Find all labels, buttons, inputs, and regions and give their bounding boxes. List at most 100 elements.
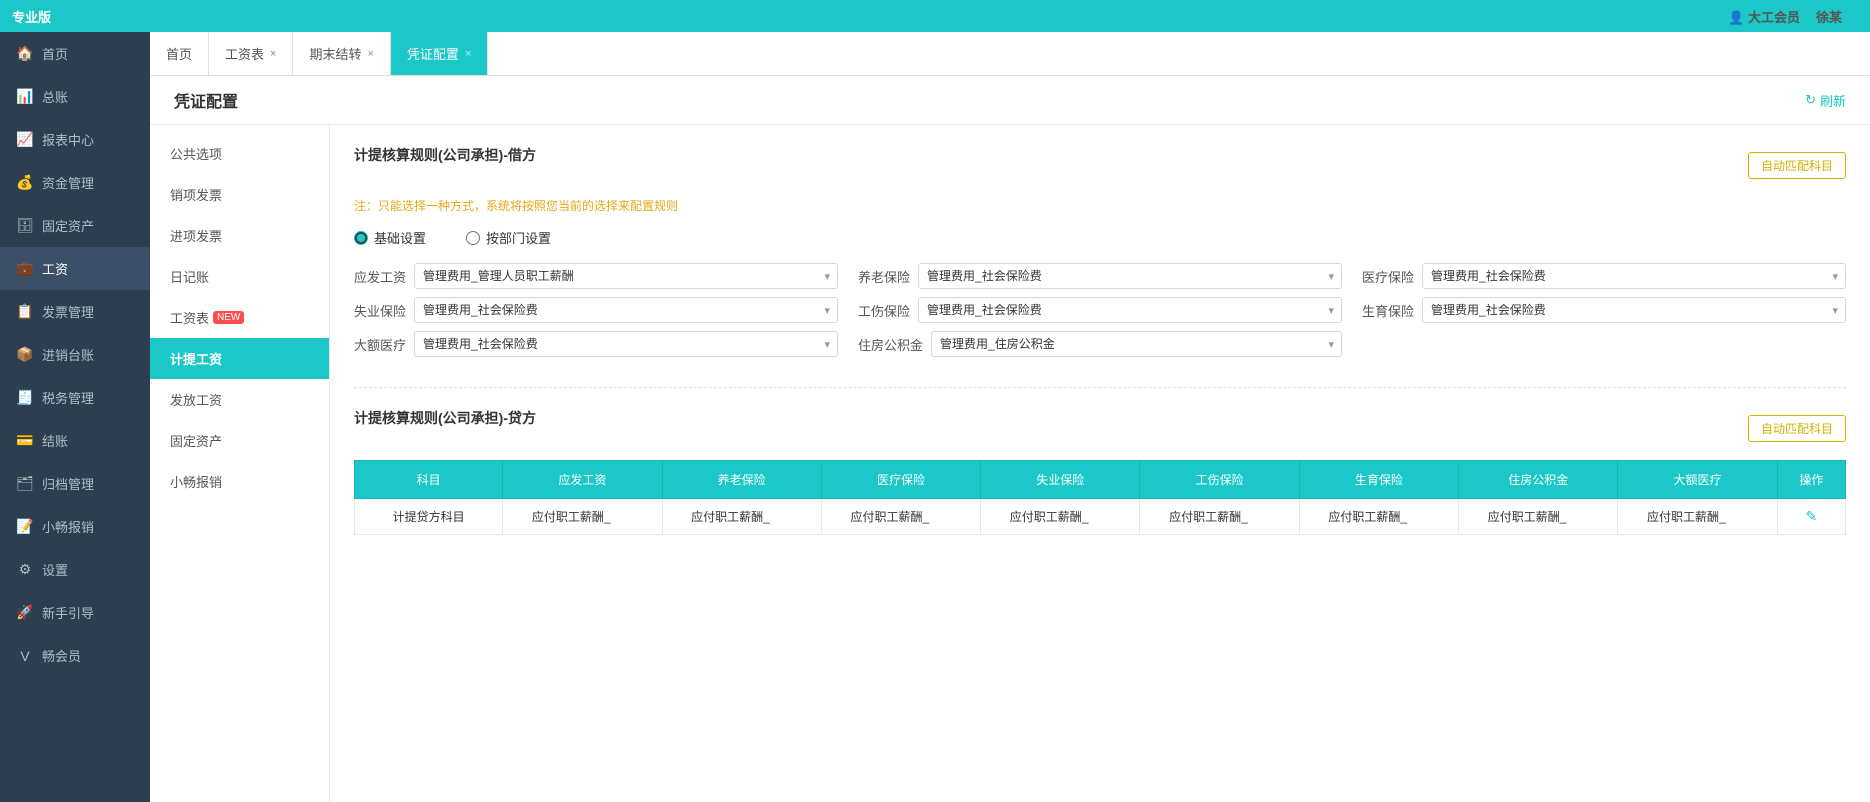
radio-basic-label[interactable]: 基础设置: [354, 228, 426, 247]
debit-auto-match-button[interactable]: 自动匹配科目: [1748, 152, 1846, 179]
tab-payroll-table[interactable]: 工资表 ×: [209, 32, 293, 75]
credit-section-title: 计提核算规则(公司承担)-贷方: [354, 408, 536, 436]
credit-section: 计提核算规则(公司承担)-贷方 自动匹配科目 科目 应发工资 养老保险 医疗保险: [354, 408, 1846, 535]
debit-form-row-3: 大额医疗 管理费用_社会保险费 住房公积金: [354, 331, 1846, 357]
sidebar-item-label: 发票管理: [42, 302, 94, 321]
sidebar-item-tax-mgmt[interactable]: 🧾 税务管理: [0, 376, 150, 419]
label-yingfa: 应发工资: [354, 267, 406, 286]
select-wrapper-yingfa: 管理费用_管理人员职工薪酬: [414, 263, 838, 289]
purchase-icon: 📦: [16, 346, 34, 363]
label-gongshang: 工伤保险: [858, 301, 910, 320]
tab-home[interactable]: 首页: [150, 32, 209, 75]
col-header-yanglao: 养老保险: [662, 461, 821, 499]
refresh-button[interactable]: ↻ 刷新: [1805, 91, 1846, 110]
debit-section-title: 计提核算规则(公司承担)-借方: [354, 145, 536, 173]
fund-icon: 💰: [16, 174, 34, 191]
left-menu-journal[interactable]: 日记账: [150, 256, 329, 297]
select-wrapper-daeliao: 管理费用_社会保险费: [414, 331, 838, 357]
col-header-yingfa: 应发工资: [503, 461, 662, 499]
col-header-shiye: 失业保险: [981, 461, 1140, 499]
sidebar-item-settlement[interactable]: 💳 结账: [0, 419, 150, 462]
sidebar-item-xiaochang-report[interactable]: 📝 小畅报销: [0, 505, 150, 548]
sidebar-item-home[interactable]: 🏠 首页: [0, 32, 150, 75]
brand-label: 专业版: [12, 7, 51, 26]
table-header-row: 科目 应发工资 养老保险 医疗保险 失业保险 工伤保险 生育保险 住房公积金 大…: [355, 461, 1846, 499]
vip-icon: V: [16, 648, 34, 664]
sidebar-item-label: 进销台账: [42, 345, 94, 364]
tab-voucher-config[interactable]: 凭证配置 ×: [391, 32, 488, 75]
tab-close-voucher[interactable]: ×: [465, 48, 471, 60]
radio-dept-label[interactable]: 按部门设置: [466, 228, 551, 247]
col-header-gongshang: 工伤保险: [1140, 461, 1299, 499]
sidebar-item-new-guide[interactable]: 🚀 新手引导: [0, 591, 150, 634]
label-daeliao: 大额医疗: [354, 335, 406, 354]
left-menu-pay-wages[interactable]: 发放工资: [150, 379, 329, 420]
form-item-yingfa: 应发工资 管理费用_管理人员职工薪酬: [354, 263, 838, 289]
col-header-shengyu: 生育保险: [1299, 461, 1458, 499]
tab-close-period[interactable]: ×: [367, 48, 373, 60]
col-header-action: 操作: [1777, 461, 1845, 499]
select-yanglao[interactable]: 管理费用_社会保险费: [918, 263, 1342, 289]
edit-icon[interactable]: ✎: [1805, 508, 1817, 524]
cell-yiliao: 应付职工薪酬_: [821, 499, 980, 535]
debit-form-row-2: 失业保险 管理费用_社会保险费 工伤保险: [354, 297, 1846, 323]
col-header-gongjijin: 住房公积金: [1459, 461, 1618, 499]
left-menu-red-invoice[interactable]: 销项发票: [150, 174, 329, 215]
sidebar-item-vip[interactable]: V 畅会员: [0, 634, 150, 677]
col-header-yiliao: 医疗保险: [821, 461, 980, 499]
left-menu-payroll-table[interactable]: 工资表 NEW: [150, 297, 329, 338]
debit-section: 计提核算规则(公司承担)-借方 自动匹配科目 注：只能选择一种方式，系统将按照您…: [354, 145, 1846, 357]
sidebar-item-label: 归档管理: [42, 474, 94, 493]
select-wrapper-yiliao: 管理费用_社会保险费: [1422, 263, 1846, 289]
tab-bar: 首页 工资表 × 期末结转 × 凭证配置 ×: [150, 32, 1870, 76]
tab-close-payroll[interactable]: ×: [270, 48, 276, 60]
config-layout: 公共选项 销项发票 进项发票 日记账 工资表 NEW: [150, 125, 1870, 802]
content-area: 首页 工资表 × 期末结转 × 凭证配置 × 凭证配置 ↻ 刷新: [150, 32, 1870, 802]
user-name: 徐某: [1816, 7, 1842, 26]
cell-yingfa: 应付职工薪酬_: [503, 499, 662, 535]
select-daeliao[interactable]: 管理费用_社会保险费: [414, 331, 838, 357]
select-gongshang[interactable]: 管理费用_社会保险费: [918, 297, 1342, 323]
sidebar-item-label: 报表中心: [42, 130, 94, 149]
sidebar-item-label: 税务管理: [42, 388, 94, 407]
left-menu-public-options[interactable]: 公共选项: [150, 133, 329, 174]
left-menu-input-invoice[interactable]: 进项发票: [150, 215, 329, 256]
left-menu-fixed-assets[interactable]: 固定资产: [150, 420, 329, 461]
select-gongjijin[interactable]: 管理费用_住房公积金: [931, 331, 1342, 357]
sidebar-item-label: 总账: [42, 87, 68, 106]
radio-dept-text: 按部门设置: [486, 228, 551, 247]
sidebar-item-purchase-sale[interactable]: 📦 进销台账: [0, 333, 150, 376]
label-yiliao: 医疗保险: [1362, 267, 1414, 286]
sidebar-item-salary[interactable]: 💼 工资: [0, 247, 150, 290]
sidebar-item-general-ledger[interactable]: 📊 总账: [0, 75, 150, 118]
radio-basic-input[interactable]: [354, 231, 368, 245]
sidebar-item-settings[interactable]: ⚙ 设置: [0, 548, 150, 591]
user-label: 👤 大工会员: [1728, 7, 1800, 26]
sidebar-item-label: 畅会员: [42, 646, 81, 665]
select-yiliao[interactable]: 管理费用_社会保险费: [1422, 263, 1846, 289]
form-item-gongshang: 工伤保险 管理费用_社会保险费: [858, 297, 1342, 323]
label-shiye: 失业保险: [354, 301, 406, 320]
sidebar-item-invoice-mgmt[interactable]: 📋 发票管理: [0, 290, 150, 333]
label-yanglao: 养老保险: [858, 267, 910, 286]
cell-gongjijin: 应付职工薪酬_: [1459, 499, 1618, 535]
radio-dept-input[interactable]: [466, 231, 480, 245]
sidebar-item-fund-mgmt[interactable]: 💰 资金管理: [0, 161, 150, 204]
guide-icon: 🚀: [16, 604, 34, 621]
xiaochang-icon: 📝: [16, 518, 34, 535]
select-yingfa[interactable]: 管理费用_管理人员职工薪酬: [414, 263, 838, 289]
credit-auto-match-button[interactable]: 自动匹配科目: [1748, 415, 1846, 442]
archive-icon: 🗂: [16, 475, 34, 492]
sidebar-item-report-center[interactable]: 📈 报表中心: [0, 118, 150, 161]
select-shiye[interactable]: 管理费用_社会保险费: [414, 297, 838, 323]
select-shengyu[interactable]: 管理费用_社会保险费: [1422, 297, 1846, 323]
left-menu-xiaochang-exp[interactable]: 小畅报销: [150, 461, 329, 502]
sidebar-item-archive-mgmt[interactable]: 🗂 归档管理: [0, 462, 150, 505]
section-divider: [354, 387, 1846, 388]
tab-period-close[interactable]: 期末结转 ×: [293, 32, 390, 75]
sidebar-item-label: 小畅报销: [42, 517, 94, 536]
cell-action[interactable]: ✎: [1777, 499, 1845, 535]
debit-form-row-1: 应发工资 管理费用_管理人员职工薪酬 养老保险: [354, 263, 1846, 289]
left-menu-calc-wages[interactable]: 计提工资: [150, 338, 329, 379]
sidebar-item-fixed-assets[interactable]: 🗄 固定资产: [0, 204, 150, 247]
